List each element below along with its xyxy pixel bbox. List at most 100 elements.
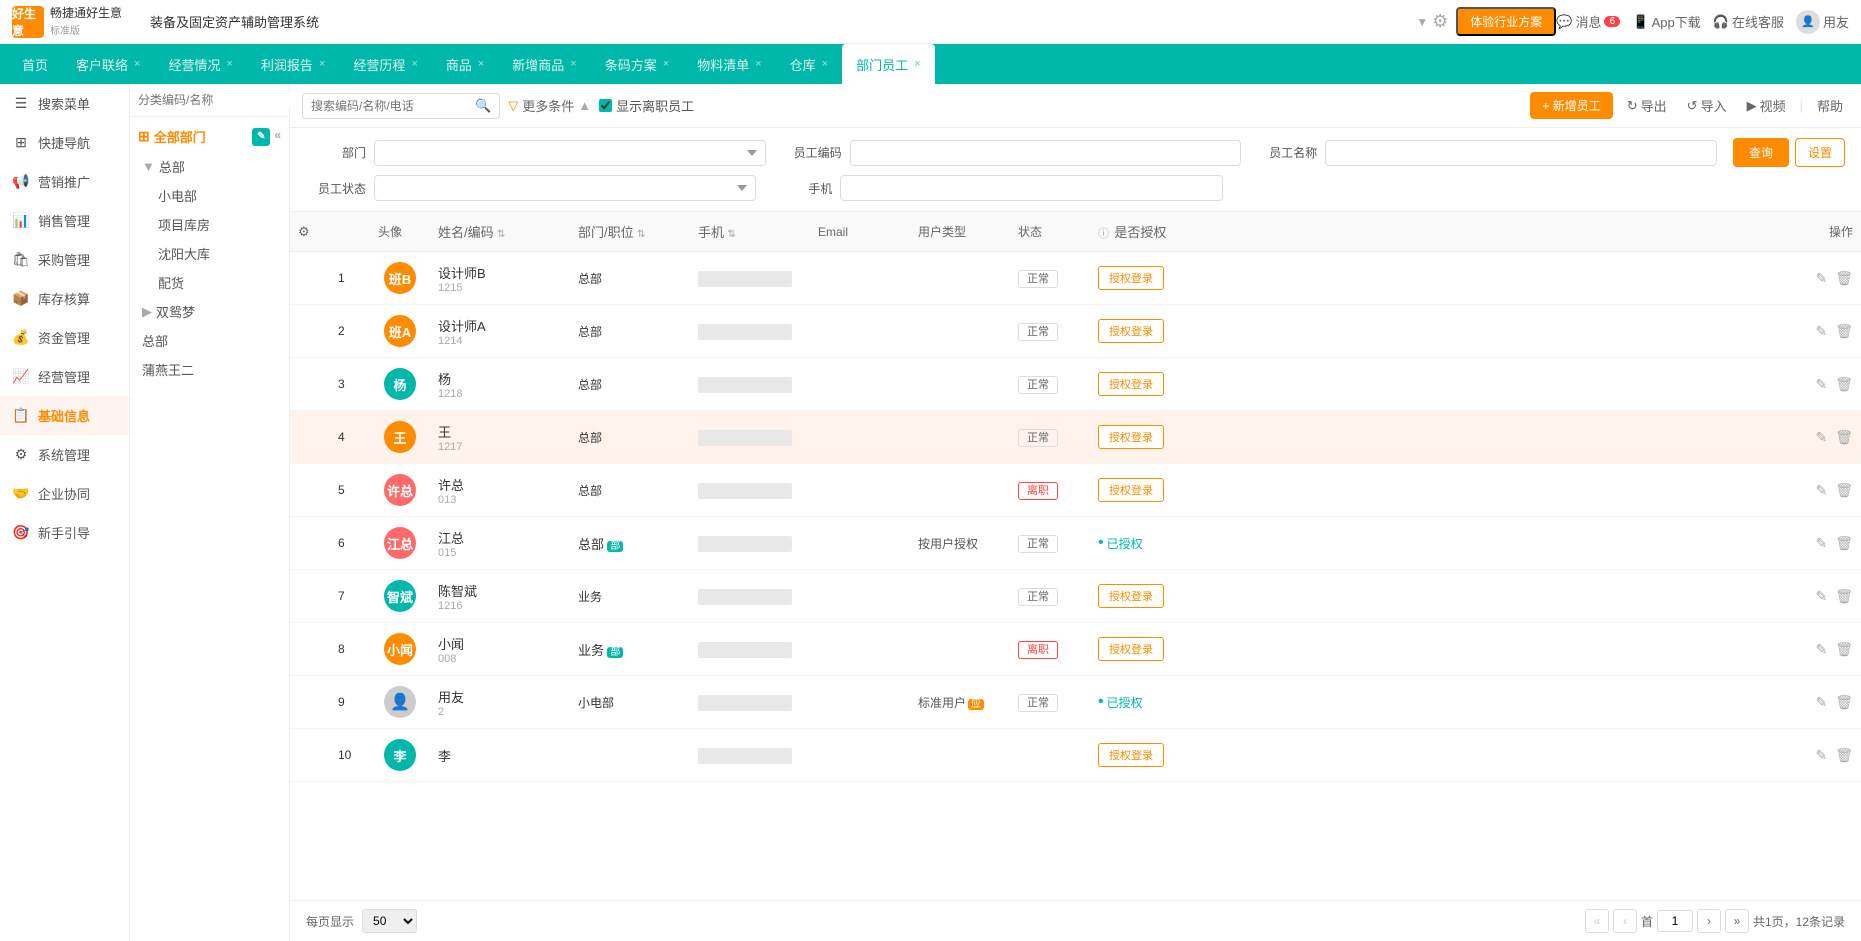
show-resigned-checkbox[interactable] bbox=[599, 99, 612, 112]
online-service-btn[interactable]: 🎧 在线客服 bbox=[1713, 12, 1784, 31]
dept-node-xiangmukufang[interactable]: 项目库房 bbox=[130, 210, 289, 239]
navtab-close-icon[interactable]: × bbox=[822, 58, 828, 70]
navtab-close-icon[interactable]: × bbox=[319, 58, 325, 70]
sidebar-item-sales[interactable]: 📊 销售管理 bbox=[0, 201, 129, 240]
auth-login-btn[interactable]: 授权登录 bbox=[1098, 319, 1164, 343]
th-dept[interactable]: 部门/职位 ⇅ bbox=[570, 212, 690, 252]
navtab-close-icon[interactable]: × bbox=[914, 58, 920, 70]
navtab-物料清单[interactable]: 物料清单× bbox=[683, 44, 775, 84]
page-input[interactable] bbox=[1657, 910, 1693, 932]
view-btn[interactable]: ▶ 视频 bbox=[1741, 92, 1792, 119]
sidebar-item-finance[interactable]: 💰 资金管理 bbox=[0, 318, 129, 357]
export-btn[interactable]: ↻ 导出 bbox=[1621, 92, 1673, 119]
emp-name-input[interactable] bbox=[1325, 140, 1717, 166]
sidebar-item-guide[interactable]: 🎯 新手引导 bbox=[0, 513, 129, 552]
sidebar-item-stock[interactable]: 📦 库存核算 bbox=[0, 279, 129, 318]
import-btn[interactable]: ↺ 导入 bbox=[1681, 92, 1733, 119]
user-btn[interactable]: 👤 用友 bbox=[1796, 10, 1849, 34]
delete-icon[interactable]: 🗑 bbox=[1835, 376, 1853, 393]
navtab-close-icon[interactable]: × bbox=[755, 58, 761, 70]
dept-node-puyanwanger[interactable]: 蒲燕王二 bbox=[130, 355, 289, 384]
navtab-close-icon[interactable]: × bbox=[570, 58, 576, 70]
edit-icon[interactable]: ✎ bbox=[1815, 376, 1827, 393]
navtab-首页[interactable]: 首页 bbox=[8, 44, 62, 84]
more-filters-btn[interactable]: ▽ 更多条件 ▲ bbox=[508, 96, 591, 115]
auth-login-btn[interactable]: 授权登录 bbox=[1098, 372, 1164, 396]
navtab-经营情况[interactable]: 经营情况× bbox=[154, 44, 246, 84]
dept-all-header[interactable]: ⊞ 全部部门 ✎ « bbox=[130, 121, 289, 152]
th-phone[interactable]: 手机 ⇅ bbox=[690, 212, 810, 252]
auth-login-btn[interactable]: 授权登录 bbox=[1098, 637, 1164, 661]
help-btn[interactable]: 帮助 bbox=[1811, 92, 1849, 119]
navtab-close-icon[interactable]: × bbox=[411, 58, 417, 70]
delete-icon[interactable]: 🗑 bbox=[1835, 641, 1853, 658]
sidebar-item-system[interactable]: ⚙ 系统管理 bbox=[0, 435, 129, 474]
page-size-select[interactable]: 50 20 100 bbox=[362, 909, 417, 933]
emp-status-select[interactable] bbox=[374, 175, 756, 201]
delete-icon[interactable]: 🗑 bbox=[1835, 588, 1853, 605]
edit-icon[interactable]: ✎ bbox=[1815, 694, 1827, 711]
emp-code-input[interactable] bbox=[850, 140, 1242, 166]
edit-icon[interactable]: ✎ bbox=[1815, 641, 1827, 658]
navtab-客户联络[interactable]: 客户联络× bbox=[62, 44, 154, 84]
edit-icon[interactable]: ✎ bbox=[1815, 588, 1827, 605]
dept-node-shenyangdaxiu[interactable]: 沈阳大库 bbox=[130, 239, 289, 268]
sidebar-item-marketing[interactable]: 📢 营销推广 bbox=[0, 162, 129, 201]
edit-icon[interactable]: ✎ bbox=[1815, 535, 1827, 552]
setting-btn[interactable]: 设置 bbox=[1795, 138, 1845, 167]
first-page-btn[interactable]: « bbox=[1585, 909, 1609, 933]
auth-login-btn[interactable]: 授权登录 bbox=[1098, 478, 1164, 502]
query-btn[interactable]: 查询 bbox=[1733, 138, 1789, 167]
sidebar-item-search[interactable]: ☰ 搜索菜单 bbox=[0, 84, 129, 123]
dept-search-input[interactable] bbox=[138, 93, 293, 107]
edit-icon[interactable]: ✎ bbox=[1815, 482, 1827, 499]
phone-input[interactable] bbox=[840, 175, 1222, 201]
delete-icon[interactable]: 🗑 bbox=[1835, 482, 1853, 499]
auth-login-btn[interactable]: 授权登录 bbox=[1098, 425, 1164, 449]
auth-login-btn[interactable]: 授权登录 bbox=[1098, 266, 1164, 290]
delete-icon[interactable]: 🗑 bbox=[1835, 270, 1853, 287]
navtab-条码方案[interactable]: 条码方案× bbox=[591, 44, 683, 84]
delete-icon[interactable]: 🗑 bbox=[1835, 747, 1853, 764]
navtab-经营历程[interactable]: 经营历程× bbox=[339, 44, 431, 84]
th-settings[interactable]: ⚙ bbox=[290, 212, 330, 252]
sidebar-item-nav[interactable]: ⊞ 快捷导航 bbox=[0, 123, 129, 162]
system-title-dropdown[interactable]: ▼ bbox=[1416, 15, 1428, 29]
delete-icon[interactable]: 🗑 bbox=[1835, 429, 1853, 446]
sidebar-item-operation[interactable]: 📈 经营管理 bbox=[0, 357, 129, 396]
next-page-btn[interactable]: › bbox=[1697, 909, 1721, 933]
dept-select[interactable] bbox=[374, 140, 766, 166]
dept-collapse-btn[interactable]: « bbox=[274, 128, 281, 146]
navtab-仓库[interactable]: 仓库× bbox=[776, 44, 842, 84]
settings-icon[interactable]: ⚙ bbox=[1432, 11, 1448, 32]
edit-icon[interactable]: ✎ bbox=[1815, 323, 1827, 340]
message-btn[interactable]: 💬 消息 6 bbox=[1556, 12, 1620, 31]
edit-icon[interactable]: ✎ bbox=[1815, 270, 1827, 287]
delete-icon[interactable]: 🗑 bbox=[1835, 694, 1853, 711]
dept-edit-btn[interactable]: ✎ bbox=[252, 128, 270, 146]
dept-node-peihuo[interactable]: 配货 bbox=[130, 268, 289, 297]
add-employee-btn[interactable]: + 新增员工 bbox=[1530, 92, 1612, 119]
sidebar-item-purchase[interactable]: 🛍 采购管理 bbox=[0, 240, 129, 279]
navtab-close-icon[interactable]: × bbox=[663, 58, 669, 70]
dept-node-zongbu[interactable]: ▼ 总部 bbox=[130, 152, 289, 181]
navtab-利润报告[interactable]: 利润报告× bbox=[247, 44, 339, 84]
dept-node-zongbu2[interactable]: 总部 bbox=[130, 326, 289, 355]
navtab-close-icon[interactable]: × bbox=[134, 58, 140, 70]
auth-login-btn[interactable]: 授权登录 bbox=[1098, 743, 1164, 767]
edit-icon[interactable]: ✎ bbox=[1815, 429, 1827, 446]
sidebar-item-basic[interactable]: 📋 基础信息 bbox=[0, 396, 129, 435]
edit-icon[interactable]: ✎ bbox=[1815, 747, 1827, 764]
navtab-close-icon[interactable]: × bbox=[226, 58, 232, 70]
delete-icon[interactable]: 🗑 bbox=[1835, 535, 1853, 552]
app-download-btn[interactable]: 📱 App下载 bbox=[1632, 12, 1700, 31]
search-icon[interactable]: 🔍 bbox=[475, 98, 491, 114]
prev-page-btn[interactable]: ‹ bbox=[1613, 909, 1637, 933]
th-name[interactable]: 姓名/编码 ⇅ bbox=[430, 212, 570, 252]
navtab-部门员工[interactable]: 部门员工× bbox=[842, 44, 934, 84]
search-input[interactable] bbox=[311, 99, 471, 113]
trial-button[interactable]: 体验行业方案 bbox=[1456, 7, 1556, 36]
dept-node-xiaodiandu[interactable]: 小电部 bbox=[130, 181, 289, 210]
navtab-close-icon[interactable]: × bbox=[478, 58, 484, 70]
show-resigned-label[interactable]: 显示离职员工 bbox=[599, 96, 694, 115]
